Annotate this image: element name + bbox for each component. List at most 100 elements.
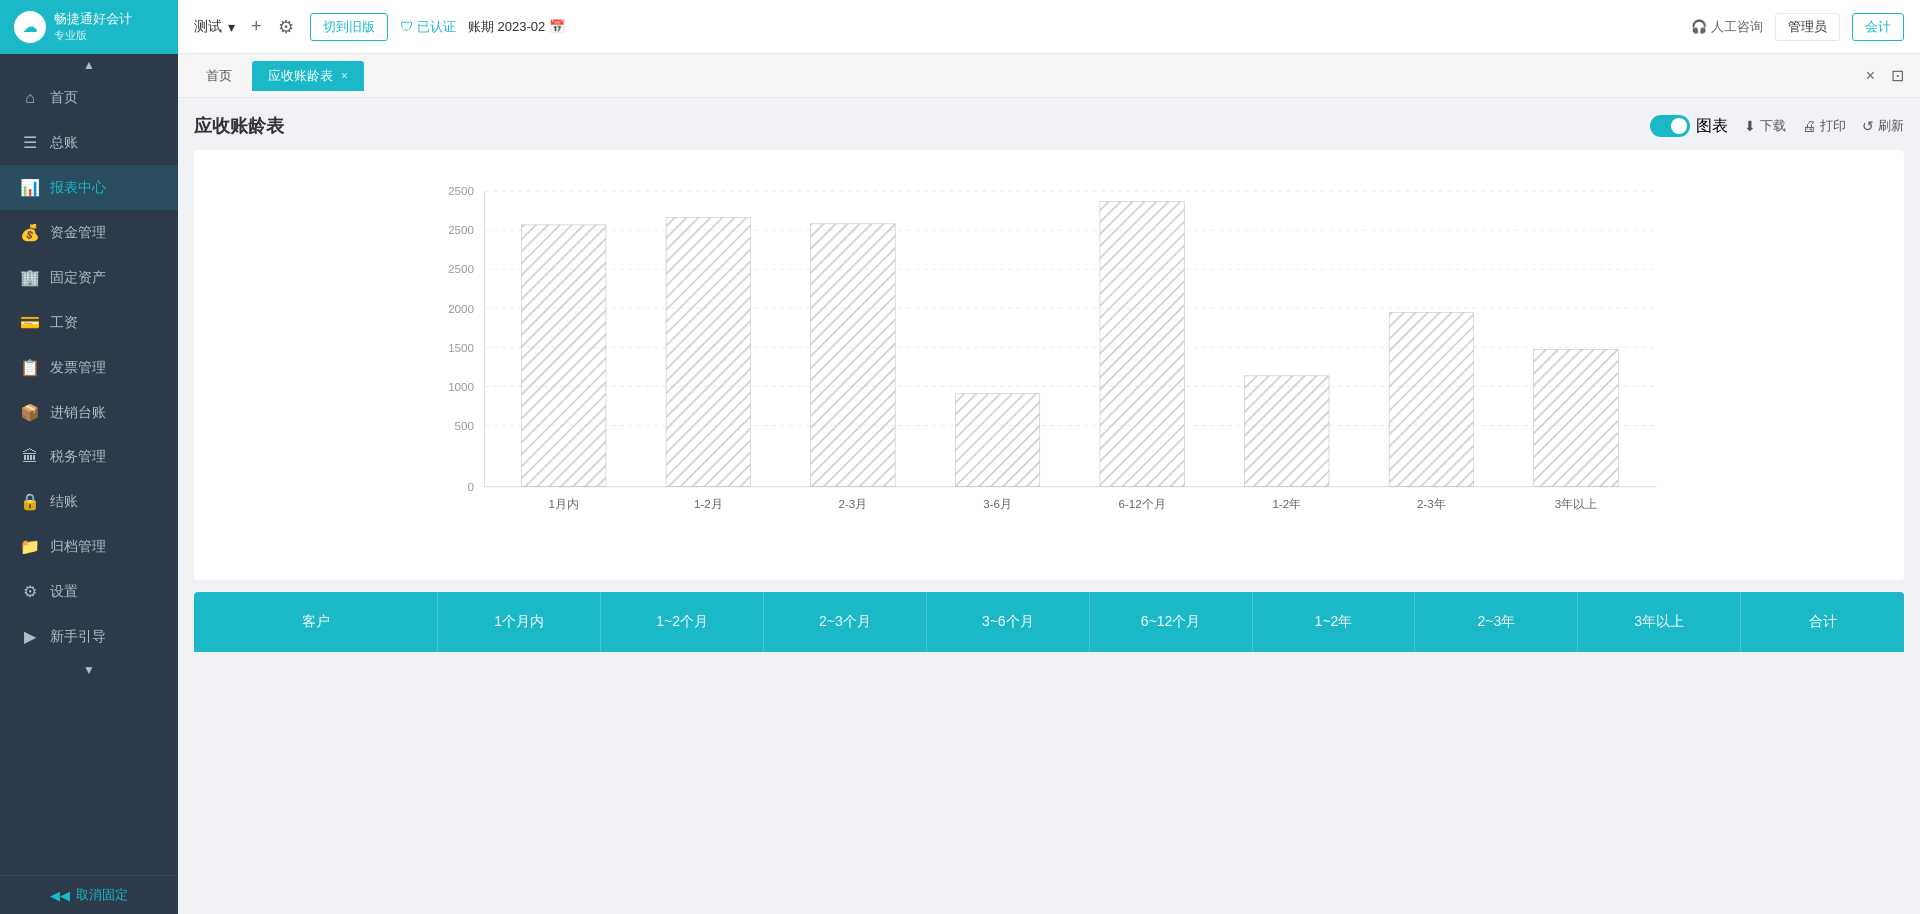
sidebar-item-funds[interactable]: 💰 资金管理 [0,210,178,255]
table-header-3plus-year: 3年以上 [1578,592,1741,652]
add-button[interactable]: + [247,12,266,41]
reports-icon: 📊 [20,178,40,197]
svg-text:1月内: 1月内 [548,497,578,510]
sidebar-item-salary[interactable]: 💳 工资 [0,300,178,345]
sidebar-item-inventory[interactable]: 📦 进销台账 [0,390,178,435]
project-selector[interactable]: 测试 ▾ [194,18,235,36]
project-name: 测试 [194,18,222,36]
tabbar: 首页 应收账龄表 × × ⊡ [178,54,1920,98]
dropdown-icon: ▾ [228,19,235,35]
sidebar-item-archive[interactable]: 📁 归档管理 [0,524,178,569]
print-icon: 🖨 [1802,118,1816,134]
role-button[interactable]: 会计 [1852,13,1904,41]
sidebar-label-home: 首页 [50,89,78,107]
cert-label: 已认证 [417,18,456,36]
close-window-button[interactable]: × [1862,62,1879,89]
table-header-3-6month: 3~6个月 [927,592,1090,652]
sidebar-label-closing: 结账 [50,493,78,511]
sidebar-item-closing[interactable]: 🔒 结账 [0,479,178,524]
table-header-2-3month: 2~3个月 [764,592,927,652]
tab-home[interactable]: 首页 [190,61,248,91]
cancel-fixed-label: 取消固定 [76,886,128,904]
sidebar-label-reports: 报表中心 [50,179,106,197]
sidebar-item-settings[interactable]: ⚙ 设置 [0,569,178,614]
settings-button[interactable]: ⚙ [274,12,298,42]
consult-button[interactable]: 🎧 人工咨询 [1691,18,1763,36]
salary-icon: 💳 [20,313,40,332]
table-header-1-2year: 1~2年 [1253,592,1416,652]
bar-3 [811,224,895,487]
print-label: 打印 [1820,117,1846,135]
topbar: 测试 ▾ + ⚙ 切到旧版 🛡 已认证 账期 2023-02 📅 🎧 人工咨询 … [178,0,1920,54]
svg-text:6-12个月: 6-12个月 [1119,497,1166,510]
switch-old-version-button[interactable]: 切到旧版 [310,13,388,41]
topbar-actions: + ⚙ [247,12,298,42]
tab-receivable-aging[interactable]: 应收账龄表 × [252,61,364,91]
user-button[interactable]: 管理员 [1775,13,1840,41]
sidebar-logo: ☁ 畅捷通好会计 专业版 [0,0,178,54]
ledger-icon: ☰ [20,133,40,152]
tab-home-label: 首页 [206,67,232,85]
sidebar-label-salary: 工资 [50,314,78,332]
logo-icon: ☁ [14,11,46,43]
consult-label: 人工咨询 [1711,18,1763,36]
sidebar-label-inventory: 进销台账 [50,404,106,422]
sidebar-label-assets: 固定资产 [50,269,106,287]
cancel-fixed-icon: ◀◀ [50,888,70,903]
tab-close-icon[interactable]: × [341,69,348,83]
table-header-1month: 1个月内 [438,592,601,652]
refresh-button[interactable]: ↺ 刷新 [1862,117,1904,135]
table-header-6-12month: 6~12个月 [1090,592,1253,652]
period-label: 账期 [468,18,494,36]
scroll-down-btn[interactable]: ▼ [83,663,95,677]
print-button[interactable]: 🖨 打印 [1802,117,1846,135]
closing-icon: 🔒 [20,492,40,511]
logo-sub: 专业版 [54,28,132,43]
sidebar-item-ledger[interactable]: ☰ 总账 [0,120,178,165]
main-content: 测试 ▾ + ⚙ 切到旧版 🛡 已认证 账期 2023-02 📅 🎧 人工咨询 … [178,0,1920,914]
consult-icon: 🎧 [1691,19,1707,34]
sidebar-label-tax: 税务管理 [50,448,106,466]
calendar-icon: 📅 [549,19,565,34]
download-label: 下载 [1760,117,1786,135]
bar-1 [522,225,606,487]
settings-icon: ⚙ [20,582,40,601]
funds-icon: 💰 [20,223,40,242]
svg-text:1500: 1500 [448,341,474,354]
archive-icon: 📁 [20,537,40,556]
cancel-fixed-btn[interactable]: ◀◀ 取消固定 [0,875,178,914]
sidebar-item-reports[interactable]: 📊 报表中心 [0,165,178,210]
accounting-period[interactable]: 账期 2023-02 📅 [468,18,566,36]
svg-text:1-2年: 1-2年 [1272,497,1301,510]
chart-toggle[interactable] [1650,115,1690,137]
scroll-up-btn[interactable]: ▲ [83,58,95,72]
sidebar-scroll: ▲ ⌂ 首页 ☰ 总账 📊 报表中心 💰 资金管理 🏢 固定资产 💳 工资 📋 … [0,54,178,875]
sidebar-item-tax[interactable]: 🏛 税务管理 [0,435,178,479]
bar-7 [1389,313,1473,487]
download-button[interactable]: ⬇ 下载 [1744,117,1786,135]
maximize-button[interactable]: ⊡ [1887,62,1908,89]
sidebar-item-invoice[interactable]: 📋 发票管理 [0,345,178,390]
sidebar-label-settings: 设置 [50,583,78,601]
chart-toggle-label: 图表 [1696,116,1728,137]
sidebar-item-guide[interactable]: ▶ 新手引导 [0,614,178,659]
cert-icon: 🛡 [400,19,413,34]
chart-container: 2500 2500 2500 2000 1500 1000 500 0 1月内 [194,150,1904,580]
bar-2 [666,218,750,487]
table-header: 客户 1个月内 1~2个月 2~3个月 3~6个月 6~12个月 1~2年 2~… [194,592,1904,652]
svg-text:2-3年: 2-3年 [1417,497,1446,510]
download-icon: ⬇ [1744,118,1756,134]
bar-5 [1100,202,1184,487]
svg-text:1-2月: 1-2月 [694,497,723,510]
sidebar-label-guide: 新手引导 [50,628,106,646]
cert-status: 🛡 已认证 [400,18,456,36]
svg-text:3-6月: 3-6月 [983,497,1012,510]
assets-icon: 🏢 [20,268,40,287]
sidebar-item-assets[interactable]: 🏢 固定资产 [0,255,178,300]
svg-text:2-3月: 2-3月 [839,497,868,510]
svg-text:3年以上: 3年以上 [1555,497,1597,510]
home-icon: ⌂ [20,89,40,107]
sidebar-item-home[interactable]: ⌂ 首页 [0,76,178,120]
sidebar: ☁ 畅捷通好会计 专业版 ▲ ⌂ 首页 ☰ 总账 📊 报表中心 💰 资金管理 🏢… [0,0,178,914]
guide-icon: ▶ [20,627,40,646]
